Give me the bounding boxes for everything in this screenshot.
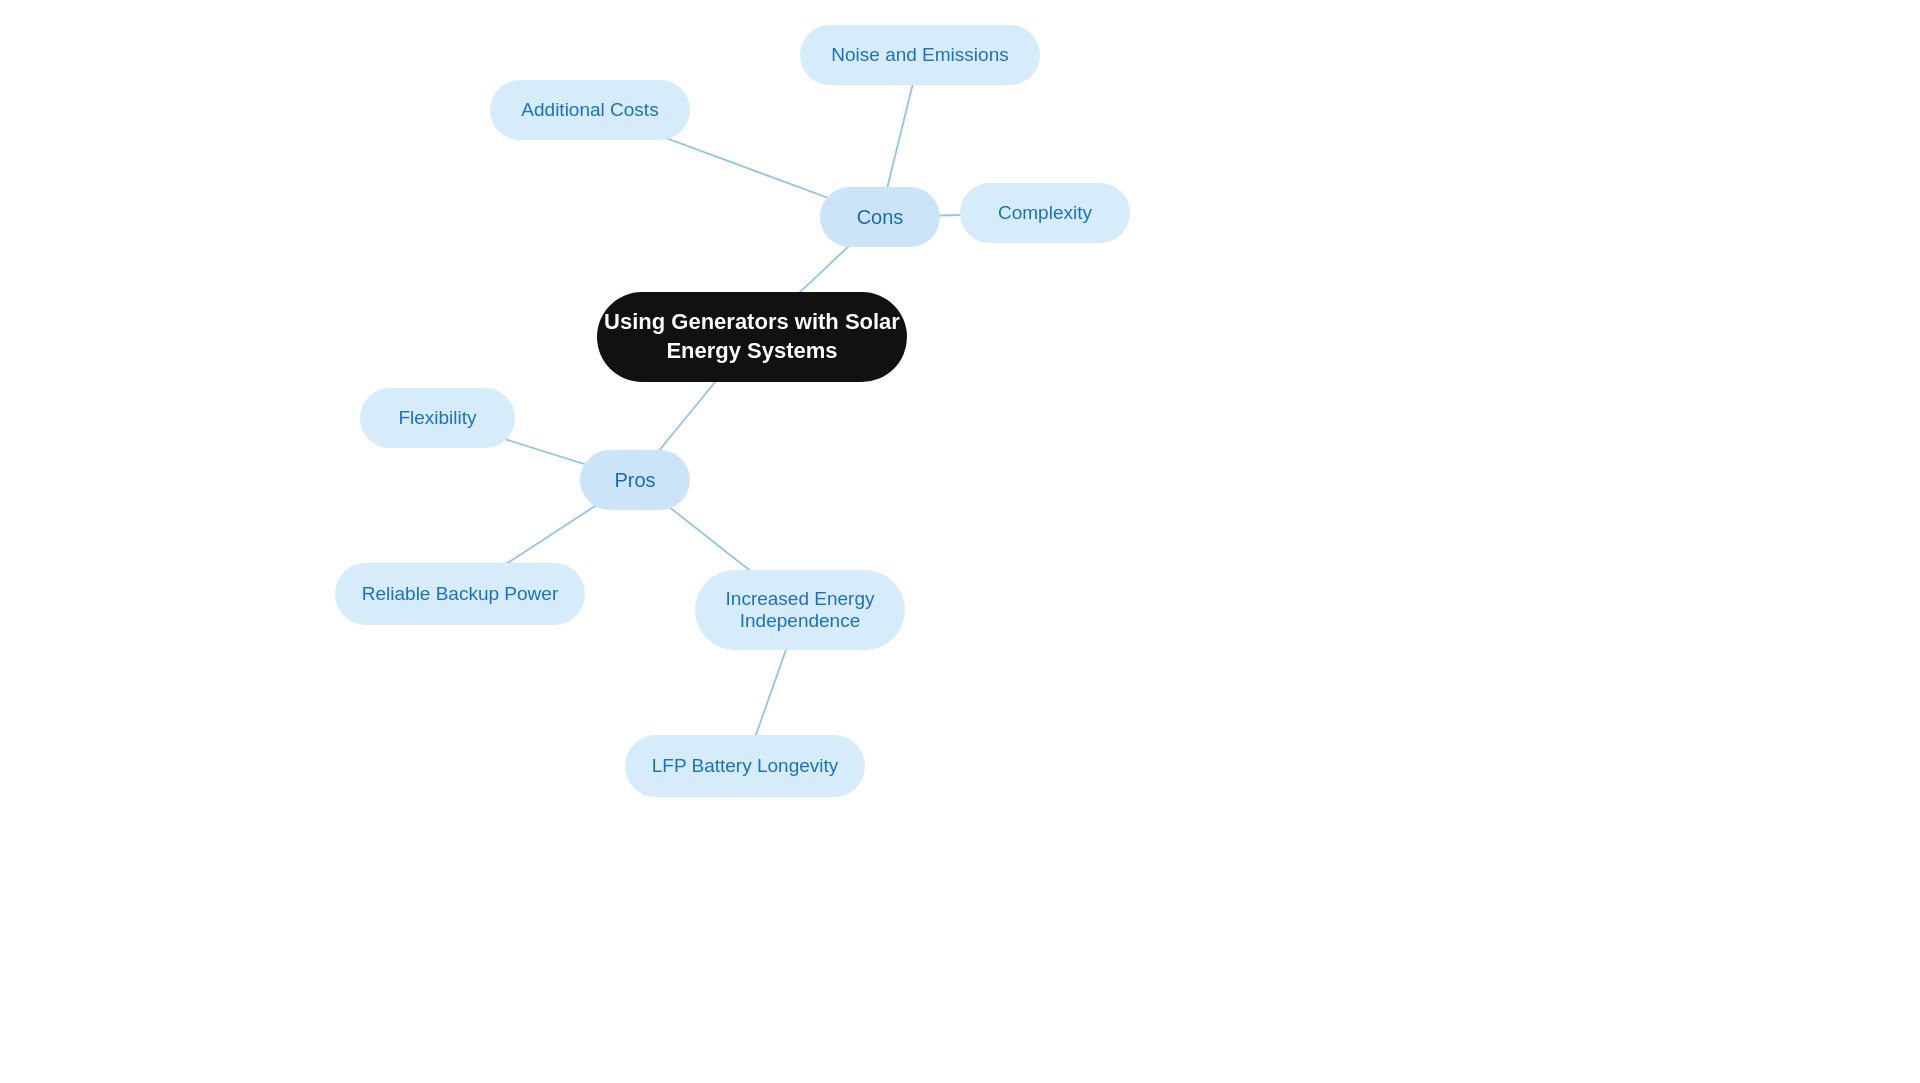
flexibility-label: Flexibility (398, 407, 476, 429)
lfp-battery-label: LFP Battery Longevity (652, 755, 839, 777)
lfp-battery-node[interactable]: LFP Battery Longevity (625, 735, 865, 797)
increased-energy-node[interactable]: Increased Energy Independence (695, 570, 905, 650)
flexibility-node[interactable]: Flexibility (360, 388, 515, 448)
cons-label: Cons (857, 206, 904, 229)
central-node[interactable]: Using Generators with Solar Energy Syste… (597, 292, 907, 382)
complexity-node[interactable]: Complexity (960, 183, 1130, 243)
additional-costs-node[interactable]: Additional Costs (490, 80, 690, 140)
central-label: Using Generators with Solar Energy Syste… (597, 308, 907, 365)
noise-emissions-label: Noise and Emissions (831, 44, 1008, 66)
increased-energy-label: Increased Energy Independence (695, 588, 905, 632)
pros-label: Pros (614, 469, 655, 492)
cons-node[interactable]: Cons (820, 187, 940, 247)
reliable-backup-node[interactable]: Reliable Backup Power (335, 563, 585, 625)
reliable-backup-label: Reliable Backup Power (362, 583, 558, 605)
pros-node[interactable]: Pros (580, 450, 690, 510)
complexity-label: Complexity (998, 202, 1092, 224)
noise-emissions-node[interactable]: Noise and Emissions (800, 25, 1040, 85)
additional-costs-label: Additional Costs (521, 99, 658, 121)
